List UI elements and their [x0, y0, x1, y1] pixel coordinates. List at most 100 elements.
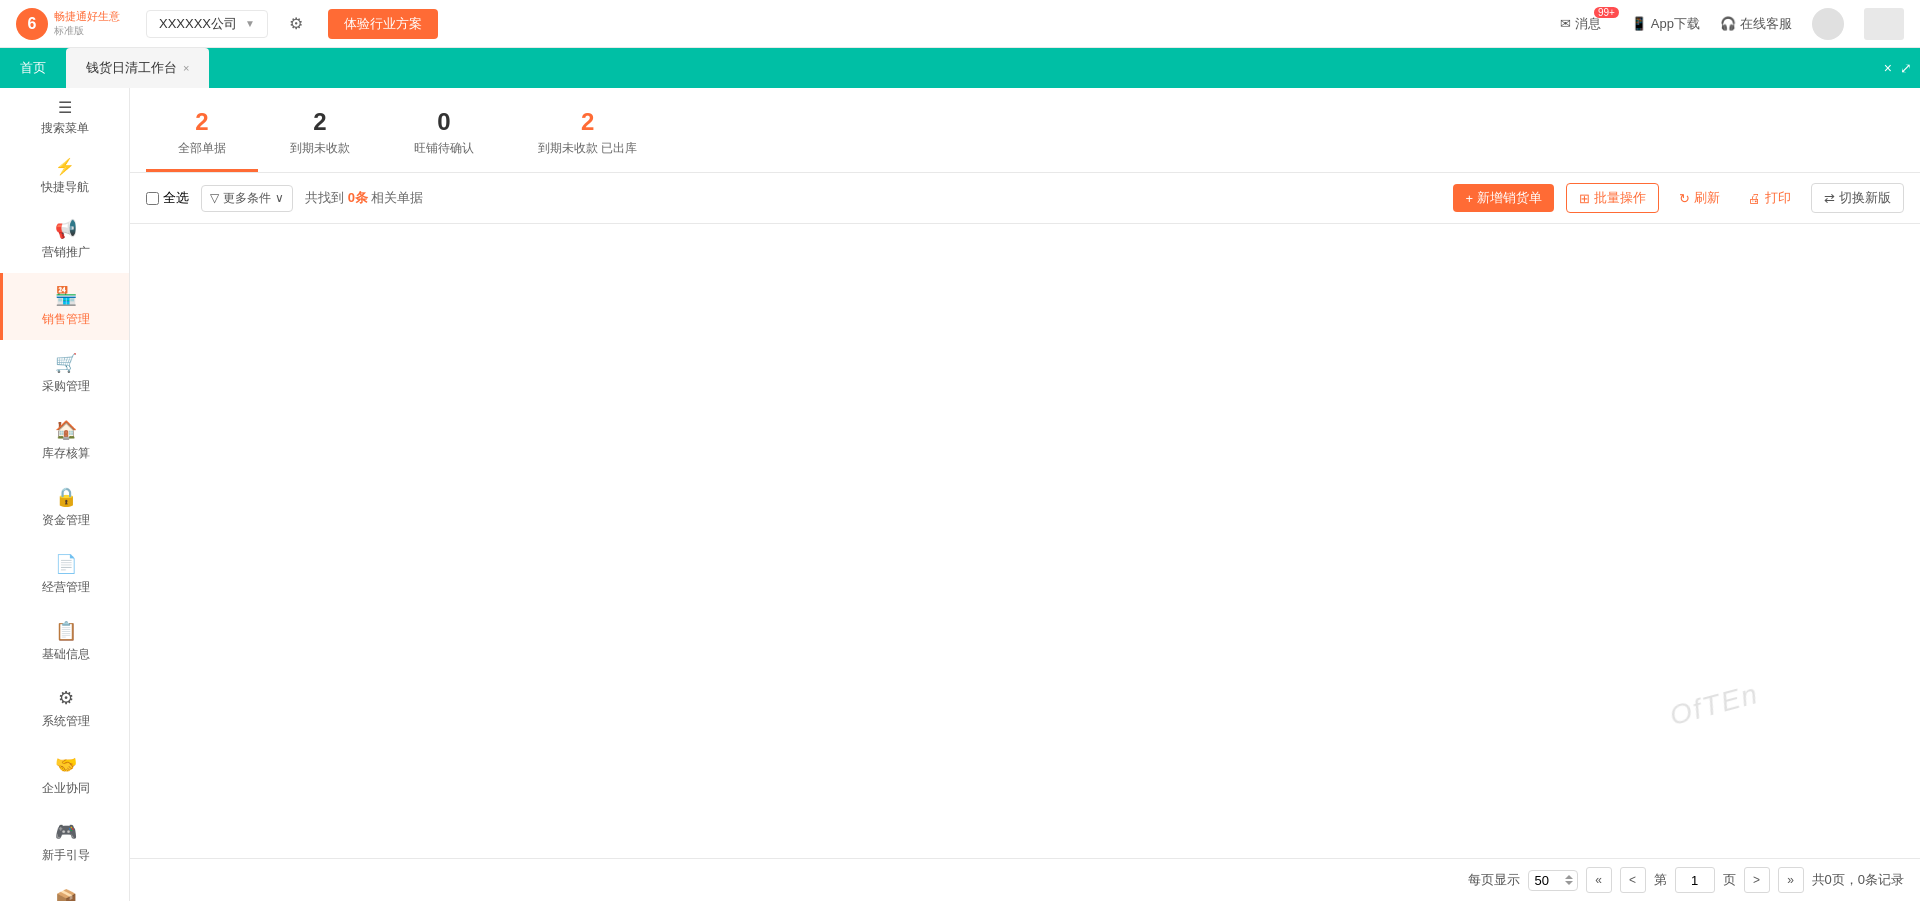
print-icon: 🖨	[1748, 191, 1761, 206]
sidebar-item-app-center[interactable]: 📦 应用中心	[0, 876, 129, 901]
page-label: 第	[1654, 871, 1667, 889]
trial-button[interactable]: 体验行业方案	[328, 9, 438, 39]
page-number-input[interactable]	[1675, 867, 1715, 893]
stat-tab-overdue[interactable]: 2 到期未收款	[258, 100, 382, 172]
stat-num-overdue: 2	[313, 108, 326, 136]
filter-arrow-icon: ∨	[275, 191, 284, 205]
select-all-checkbox[interactable]	[146, 192, 159, 205]
sidebar-item-basic-info[interactable]: 📋 基础信息	[0, 608, 129, 675]
last-page-button[interactable]: »	[1778, 867, 1804, 893]
system-label: 系统管理	[42, 713, 90, 730]
stats-tabs: 2 全部单据 2 到期未收款 0 旺铺待确认 2 到期未收款 已出库	[130, 88, 1920, 173]
quick-nav-label: 快捷导航	[41, 179, 89, 196]
toolbar-right: + 新增销货单 ⊞ 批量操作 ↻ 刷新 🖨 打印 ⇄ 切换新版	[1453, 183, 1904, 213]
pagination-summary: 共0页，0条记录	[1812, 871, 1904, 889]
basic-info-label: 基础信息	[42, 646, 90, 663]
messages-button[interactable]: ✉ 消息 99+	[1550, 15, 1611, 33]
sidebar-item-purchase[interactable]: 🛒 采购管理	[0, 340, 129, 407]
enterprise-icon: 🤝	[55, 754, 77, 776]
switch-icon: ⇄	[1824, 191, 1835, 206]
filter-button[interactable]: ▽ 更多条件 ∨	[201, 185, 293, 212]
filter-icon: ▽	[210, 191, 219, 205]
stat-label-all: 全部单据	[178, 140, 226, 157]
stat-num-all: 2	[195, 108, 208, 136]
sidebar: ☰ 搜索菜单 ⚡ 快捷导航 📢 营销推广 🏪 销售管理 🛒 采购管理 🏠 库存核…	[0, 88, 130, 901]
service-icon: 🎧	[1720, 16, 1736, 31]
found-text: 共找到 0条 相关单据	[305, 189, 423, 207]
sidebar-item-system[interactable]: ⚙ 系统管理	[0, 675, 129, 742]
marketing-icon: 📢	[55, 218, 77, 240]
top-header: 6 畅捷通好生意 标准版 XXXXXX公司 ▼ ⚙ 体验行业方案 ✉ 消息 99…	[0, 0, 1920, 48]
inventory-icon: 🏠	[55, 419, 77, 441]
search-menu-label: 搜索菜单	[41, 120, 89, 137]
search-menu-icon: ☰	[58, 98, 72, 117]
settings-button[interactable]: ⚙	[280, 8, 312, 40]
quick-nav-icon: ⚡	[55, 157, 75, 176]
per-page-label: 每页显示	[1468, 871, 1520, 889]
stat-num-shipped: 2	[581, 108, 594, 136]
app-badge: 标准版	[54, 24, 120, 38]
system-icon: ⚙	[58, 687, 74, 709]
found-count: 0条	[348, 190, 368, 205]
main-layout: ☰ 搜索菜单 ⚡ 快捷导航 📢 营销推广 🏪 销售管理 🛒 采购管理 🏠 库存核…	[0, 88, 1920, 901]
app-download-button[interactable]: 📱 App下载	[1631, 15, 1700, 33]
tab-close-all-icon[interactable]: ×	[1884, 60, 1892, 76]
next-page-button[interactable]: >	[1744, 867, 1770, 893]
sidebar-item-beginner[interactable]: 🎮 新手引导	[0, 809, 129, 876]
tab-work-bench[interactable]: 钱货日清工作台 ×	[66, 48, 209, 88]
first-page-button[interactable]: «	[1586, 867, 1612, 893]
page-suffix: 页	[1723, 871, 1736, 889]
operations-label: 经营管理	[42, 579, 90, 596]
batch-icon: ⊞	[1579, 191, 1590, 206]
company-selector[interactable]: XXXXXX公司 ▼	[146, 10, 268, 38]
sidebar-item-operations[interactable]: 📄 经营管理	[0, 541, 129, 608]
select-all-area[interactable]: 全选	[146, 189, 189, 207]
sidebar-item-finance[interactable]: 🔒 资金管理	[0, 474, 129, 541]
logo-area: 6 畅捷通好生意 标准版	[16, 8, 146, 40]
app-download-label: App下载	[1651, 15, 1700, 33]
print-button[interactable]: 🖨 打印	[1740, 184, 1799, 212]
online-service-label: 在线客服	[1740, 15, 1792, 33]
stat-tab-pending[interactable]: 0 旺铺待确认	[382, 100, 506, 172]
sidebar-item-inventory[interactable]: 🏠 库存核算	[0, 407, 129, 474]
refresh-label: 刷新	[1694, 189, 1720, 207]
tab-fullscreen-icon[interactable]: ⤢	[1900, 60, 1912, 76]
finance-label: 资金管理	[42, 512, 90, 529]
operations-icon: 📄	[55, 553, 77, 575]
add-icon: +	[1465, 191, 1473, 206]
batch-operation-button[interactable]: ⊞ 批量操作	[1566, 183, 1659, 213]
prev-page-button[interactable]: <	[1620, 867, 1646, 893]
sidebar-item-quick-nav[interactable]: ⚡ 快捷导航	[0, 147, 129, 206]
beginner-icon: 🎮	[55, 821, 77, 843]
header-right: ✉ 消息 99+ 📱 App下载 🎧 在线客服	[1550, 8, 1904, 40]
purchase-icon: 🛒	[55, 352, 77, 374]
download-icon: 📱	[1631, 16, 1647, 31]
logo-icon: 6	[16, 8, 48, 40]
stat-tab-shipped[interactable]: 2 到期未收款 已出库	[506, 100, 669, 172]
online-service-button[interactable]: 🎧 在线客服	[1720, 15, 1792, 33]
tab-close-icon[interactable]: ×	[183, 62, 189, 74]
avatar[interactable]	[1812, 8, 1844, 40]
refresh-button[interactable]: ↻ 刷新	[1671, 184, 1728, 212]
sidebar-item-enterprise[interactable]: 🤝 企业协同	[0, 742, 129, 809]
basic-info-icon: 📋	[55, 620, 77, 642]
switch-version-button[interactable]: ⇄ 切换新版	[1811, 183, 1904, 213]
add-btn-label: 新增销货单	[1477, 189, 1542, 207]
switch-label: 切换新版	[1839, 189, 1891, 207]
stat-tab-all[interactable]: 2 全部单据	[146, 100, 258, 172]
select-all-label: 全选	[163, 189, 189, 207]
sales-icon: 🏪	[55, 285, 77, 307]
logo-text-block: 畅捷通好生意 标准版	[54, 9, 120, 37]
tab-home[interactable]: 首页	[0, 48, 66, 88]
enterprise-label: 企业协同	[42, 780, 90, 797]
sidebar-item-search-menu[interactable]: ☰ 搜索菜单	[0, 88, 129, 147]
tab-bar-right: × ⤢	[1884, 60, 1920, 76]
add-sales-order-button[interactable]: + 新增销货单	[1453, 184, 1554, 212]
sidebar-item-marketing[interactable]: 📢 营销推广	[0, 206, 129, 273]
per-page-select[interactable]: 50 100 200	[1528, 870, 1578, 891]
marketing-label: 营销推广	[42, 244, 90, 261]
sidebar-item-sales[interactable]: 🏪 销售管理	[0, 273, 129, 340]
user-name-area	[1864, 8, 1904, 40]
filter-label: 更多条件	[223, 190, 271, 207]
tab-active-label: 钱货日清工作台	[86, 59, 177, 77]
